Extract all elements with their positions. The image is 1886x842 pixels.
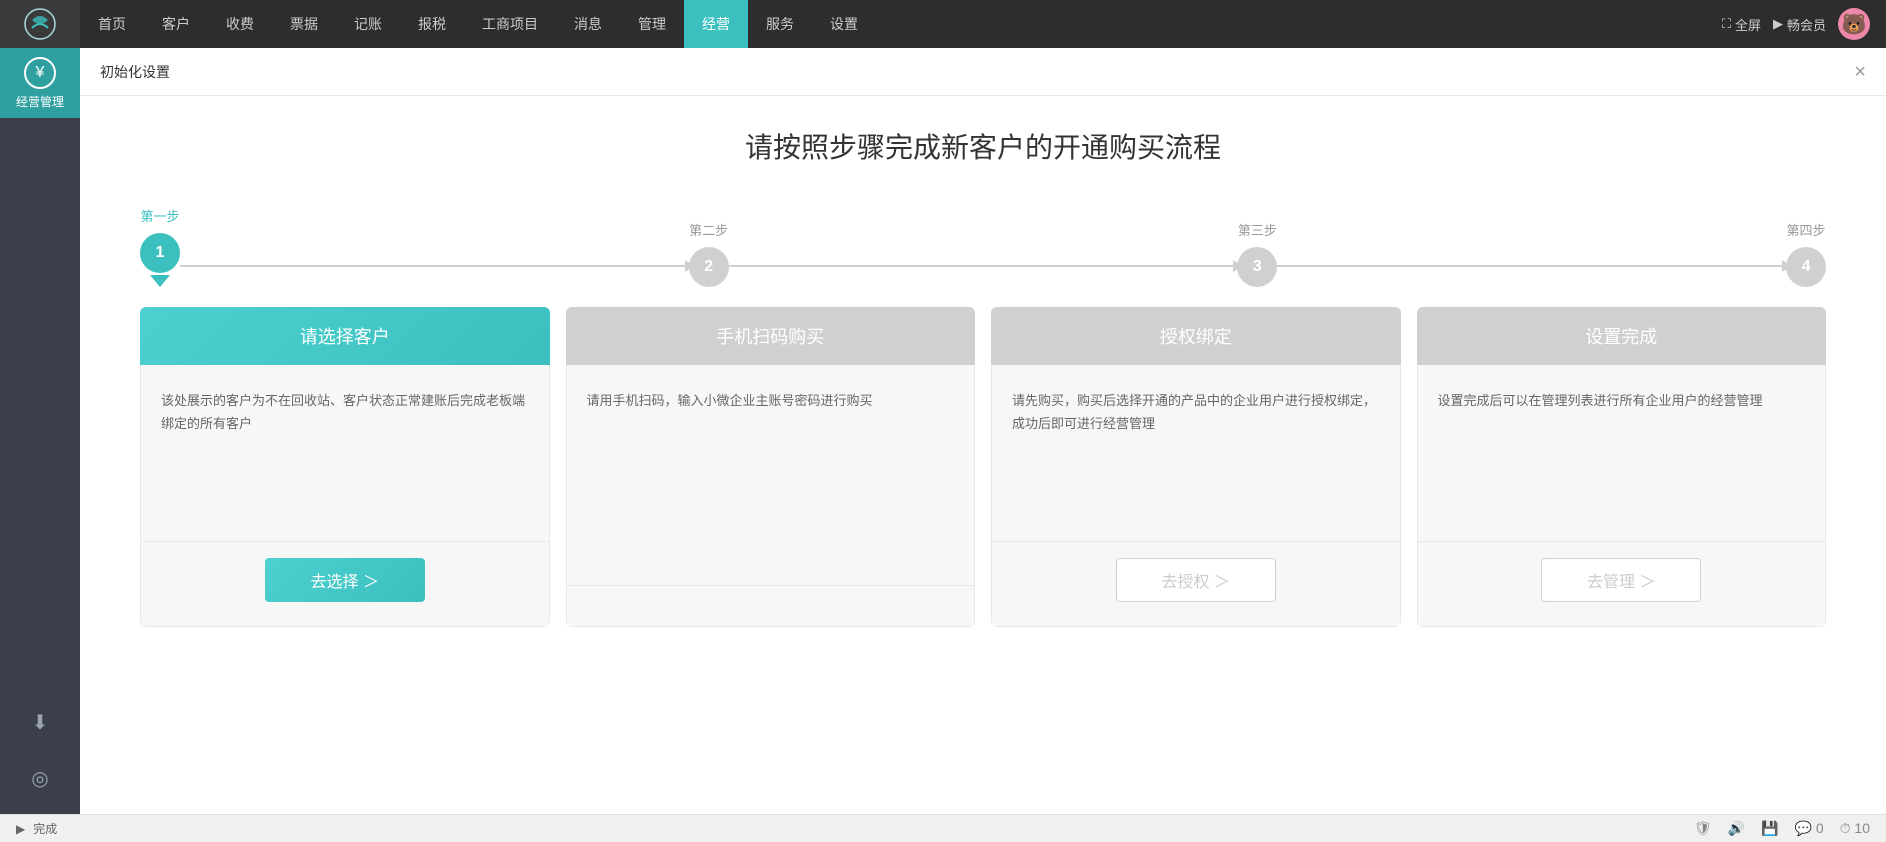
step-card-1: 请选择客户 该处展示的客户为不在回收站、客户状态正常建账后完成老板端绑定的所有客… — [140, 307, 550, 627]
sidebar-support[interactable]: ◎ — [0, 750, 80, 806]
step-4-label: 第四步 — [1787, 220, 1826, 239]
steps-indicator: 第一步 1 第二步 2 — [120, 206, 1846, 287]
card-1-body: 该处展示的客户为不在回收站、客户状态正常建账后完成老板端绑定的所有客户 — [140, 365, 550, 542]
play-icon[interactable]: ▶ — [16, 822, 25, 836]
go-select-button[interactable]: 去选择 ＞ — [265, 558, 425, 602]
status-text: 完成 — [33, 820, 57, 837]
vip-icon: ▶ — [1773, 16, 1783, 32]
step-4-wrapper: 第四步 4 — [1786, 220, 1826, 287]
card-1-header: 请选择客户 — [140, 307, 550, 365]
sidebar: ¥ 经营管理 ⬇ ◎ — [0, 48, 80, 814]
volume-icon: 🔊 — [1728, 820, 1745, 837]
nav-invoice[interactable]: 票据 — [272, 0, 336, 48]
support-icon: ◎ — [31, 766, 48, 791]
message-count: 💬 0 — [1795, 820, 1824, 837]
vip-button[interactable]: ▶ 畅会员 — [1773, 15, 1826, 34]
step-3-label: 第三步 — [1238, 220, 1277, 239]
cards-row: 请选择客户 该处展示的客户为不在回收站、客户状态正常建账后完成老板端绑定的所有客… — [120, 307, 1846, 627]
nav-tax[interactable]: 报税 — [400, 0, 464, 48]
card-1-footer: 去选择 ＞ — [140, 542, 550, 627]
card-3-header: 授权绑定 — [991, 307, 1401, 365]
step-2-circle: 2 — [689, 247, 729, 287]
nav-accounting[interactable]: 记账 — [336, 0, 400, 48]
connector-3-4 — [1277, 265, 1786, 267]
nav-service[interactable]: 服务 — [748, 0, 812, 48]
card-2-footer — [566, 586, 976, 627]
step-2-label: 第二步 — [689, 220, 728, 239]
step-1-wrapper: 第一步 1 — [140, 206, 180, 287]
page-subtitle: 请按照步骤完成新客户的开通购买流程 — [120, 126, 1846, 166]
sidebar-item-operation[interactable]: ¥ 经营管理 — [0, 48, 80, 118]
page-header: 初始化设置 × — [80, 48, 1886, 96]
nav-customer[interactable]: 客户 — [144, 0, 208, 48]
step-card-4: 设置完成 设置完成后可以在管理列表进行所有企业用户的经营管理 去管理 ＞ — [1417, 307, 1827, 627]
go-authorize-button[interactable]: 去授权 ＞ — [1116, 558, 1276, 602]
top-navigation: 首页 客户 收费 票据 记账 报税 工商项目 消息 管理 经营 服务 设置 ⛶ … — [0, 0, 1886, 48]
card-2-body: 请用手机扫码，输入小微企业主账号密码进行购买 — [566, 365, 976, 586]
card-4-body: 设置完成后可以在管理列表进行所有企业用户的经营管理 — [1417, 365, 1827, 542]
sidebar-download[interactable]: ⬇ — [0, 694, 80, 750]
page-title: 初始化设置 — [100, 62, 170, 82]
card-2-header: 手机扫码购买 — [566, 307, 976, 365]
connector-2-3 — [729, 265, 1238, 267]
content-area: 初始化设置 × 请按照步骤完成新客户的开通购买流程 第一步 1 — [80, 48, 1886, 814]
status-bar-right: 🛡 🔊 💾 💬 0 ⏱ 10 — [1694, 820, 1870, 837]
nav-manage[interactable]: 管理 — [620, 0, 684, 48]
step-3-wrapper: 第三步 3 — [1237, 220, 1277, 287]
step-3-circle: 3 — [1237, 247, 1277, 287]
card-3-footer: 去授权 ＞ — [991, 542, 1401, 627]
timer: ⏱ 10 — [1840, 820, 1870, 837]
step-4-circle: 4 — [1786, 247, 1826, 287]
step-1-pointer — [150, 275, 170, 287]
fullscreen-button[interactable]: ⛶ 全屏 — [1722, 15, 1761, 34]
operation-icon: ¥ — [24, 57, 56, 89]
close-button[interactable]: × — [1854, 62, 1866, 82]
nav-home[interactable]: 首页 — [80, 0, 144, 48]
step-card-2: 手机扫码购买 请用手机扫码，输入小微企业主账号密码进行购买 — [566, 307, 976, 627]
card-3-body: 请先购买，购买后选择开通的产品中的企业用户进行授权绑定，成功后即可进行经营管理 — [991, 365, 1401, 542]
card-4-header: 设置完成 — [1417, 307, 1827, 365]
nav-items: 首页 客户 收费 票据 记账 报税 工商项目 消息 管理 经营 服务 设置 — [80, 0, 1722, 48]
status-bar: ▶ 完成 🛡 🔊 💾 💬 0 ⏱ 10 — [0, 814, 1886, 842]
nav-message[interactable]: 消息 — [556, 0, 620, 48]
step-card-3: 授权绑定 请先购买，购买后选择开通的产品中的企业用户进行授权绑定，成功后即可进行… — [991, 307, 1401, 627]
download-icon: ⬇ — [32, 710, 49, 735]
logo[interactable] — [0, 0, 80, 48]
avatar[interactable]: 🐻 — [1838, 8, 1870, 40]
connector-1-2 — [180, 265, 689, 267]
nav-fee[interactable]: 收费 — [208, 0, 272, 48]
step-1-circle: 1 — [140, 233, 180, 273]
step-2-wrapper: 第二步 2 — [689, 220, 729, 287]
nav-business-project[interactable]: 工商项目 — [464, 0, 556, 48]
fullscreen-icon: ⛶ — [1722, 16, 1731, 32]
step-1-label: 第一步 — [140, 206, 179, 225]
main-content: 请按照步骤完成新客户的开通购买流程 第一步 1 第二步 2 — [80, 96, 1886, 814]
nav-right: ⛶ 全屏 ▶ 畅会员 🐻 — [1722, 8, 1886, 40]
save-icon: 💾 — [1761, 820, 1778, 837]
nav-settings[interactable]: 设置 — [812, 0, 876, 48]
sidebar-bottom: ⬇ ◎ — [0, 694, 80, 814]
nav-operation[interactable]: 经营 — [684, 0, 748, 48]
shield-icon: 🛡 — [1694, 820, 1712, 837]
main-layout: ¥ 经营管理 ⬇ ◎ 初始化设置 × 请按照步骤完成新客户的开通购买流程 — [0, 48, 1886, 814]
card-4-footer: 去管理 ＞ — [1417, 542, 1827, 627]
go-manage-button[interactable]: 去管理 ＞ — [1541, 558, 1701, 602]
